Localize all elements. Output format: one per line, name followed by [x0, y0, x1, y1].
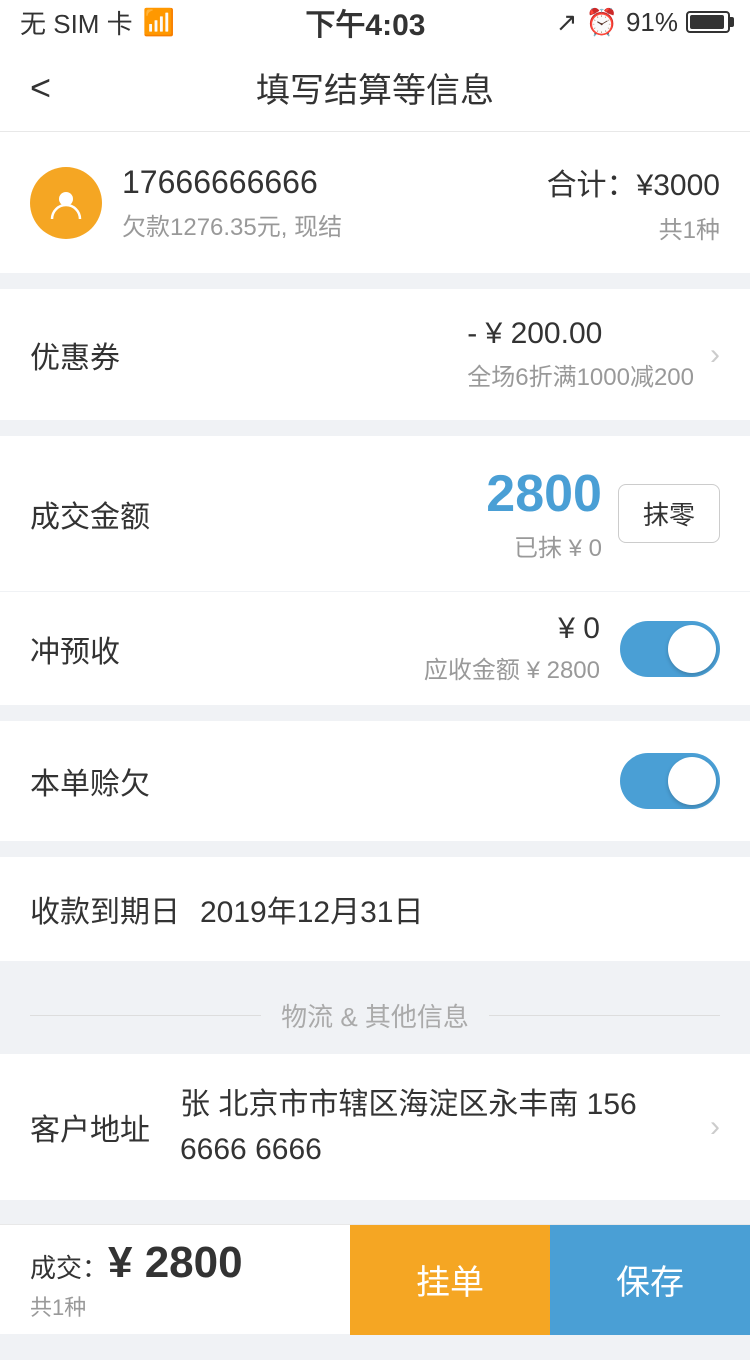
header: < 填写结算等信息 [0, 44, 750, 132]
address-label: 客户地址 [30, 1105, 150, 1149]
content: 17666666666 欠款1276.35元, 现结 合计：¥3000 共1种 … [0, 132, 750, 1360]
transaction-value: 2800 [486, 464, 602, 524]
benlian-label: 本单赊欠 [30, 759, 150, 803]
benlian-toggle[interactable] [620, 753, 720, 809]
toggle-knob [668, 625, 716, 673]
logistics-line-left [30, 1015, 261, 1016]
transaction-sub: 已抹 ¥ 0 [486, 528, 602, 563]
location-icon: ↗ [556, 7, 578, 38]
chong-prerecieve-row: 冲预收 ¥ 0 应收金额 ¥ 2800 [0, 591, 750, 705]
chong-toggle[interactable] [620, 621, 720, 677]
transaction-section: 成交金额 2800 已抹 ¥ 0 抹零 [0, 436, 750, 591]
status-right: ↗ ⏰ 91% [556, 7, 730, 38]
coupon-label: 优惠券 [30, 333, 120, 377]
bottom-transaction-row: 成交：¥ 2800 [30, 1238, 320, 1288]
address-value: 张 北京市市辖区海淀区永丰南 156 6666 6666 [180, 1082, 710, 1172]
battery-icon [686, 11, 730, 33]
customer-note: 欠款1276.35元, 现结 [122, 207, 342, 242]
logistics-divider: 物流 & 其他信息 [0, 977, 750, 1054]
section-gap-1 [0, 420, 750, 436]
due-date-label: 收款到期日 [30, 887, 180, 931]
status-left: 无 SIM 卡 📶 [20, 4, 175, 41]
coupon-row[interactable]: 优惠券 - ¥ 200.00 全场6折满1000减200 › [30, 289, 720, 420]
address-chevron-icon: › [710, 1110, 720, 1144]
back-button[interactable]: < [20, 57, 61, 119]
status-time: 下午4:03 [305, 0, 425, 44]
alarm-icon: ⏰ [586, 7, 618, 38]
transaction-label: 成交金额 [30, 492, 150, 536]
page-title: 填写结算等信息 [256, 63, 494, 112]
customer-total: 合计：¥3000 [547, 160, 720, 204]
chong-amount: ¥ 0 [424, 612, 600, 646]
customer-phone: 17666666666 [122, 164, 342, 201]
customer-card: 17666666666 欠款1276.35元, 现结 合计：¥3000 共1种 [0, 132, 750, 273]
transaction-right: 2800 已抹 ¥ 0 抹零 [486, 464, 720, 563]
logistics-label: 物流 & 其他信息 [281, 997, 469, 1034]
chong-label: 冲预收 [30, 627, 120, 671]
wifi-icon: 📶 [143, 7, 175, 38]
bottom-bar: 成交：¥ 2800 共1种 挂单 保存 [0, 1224, 750, 1334]
benlian-toggle-knob [668, 757, 716, 805]
coupon-section: 优惠券 - ¥ 200.00 全场6折满1000减200 › [0, 289, 750, 420]
save-label: 保存 [616, 1255, 684, 1304]
benlian-row: 本单赊欠 [0, 721, 750, 841]
carrier-label: 无 SIM 卡 [20, 4, 133, 41]
bottom-count: 共1种 [30, 1290, 320, 1322]
round-button[interactable]: 抹零 [618, 484, 720, 543]
customer-info: 17666666666 欠款1276.35元, 现结 [122, 164, 342, 242]
address-row[interactable]: 客户地址 张 北京市市辖区海淀区永丰南 156 6666 6666 › [0, 1054, 750, 1200]
hang-order-button[interactable]: 挂单 [350, 1225, 550, 1335]
bottom-left: 成交：¥ 2800 共1种 [0, 1238, 350, 1322]
battery-percent: 91% [626, 7, 678, 38]
logistics-line-right [489, 1015, 720, 1016]
coupon-right: - ¥ 200.00 全场6折满1000减200 › [467, 317, 720, 392]
save-button[interactable]: 保存 [550, 1225, 750, 1335]
customer-right: 合计：¥3000 共1种 [547, 160, 720, 245]
due-date-row: 收款到期日 2019年12月31日 [0, 857, 750, 961]
bottom-transaction-label: 成交： [30, 1253, 108, 1283]
section-gap-4 [0, 961, 750, 977]
bottom-total-amount: ¥ 2800 [108, 1238, 243, 1287]
due-date-value: 2019年12月31日 [200, 887, 423, 931]
hang-order-label: 挂单 [416, 1255, 484, 1304]
coupon-sub: 全场6折满1000减200 [467, 357, 694, 392]
transaction-amount-row: 成交金额 2800 已抹 ¥ 0 抹零 [30, 436, 720, 591]
chevron-right-icon: › [710, 338, 720, 372]
avatar [30, 167, 102, 239]
customer-left: 17666666666 欠款1276.35元, 现结 [30, 164, 342, 242]
customer-count: 共1种 [547, 210, 720, 245]
section-gap-2 [0, 705, 750, 721]
status-bar: 无 SIM 卡 📶 下午4:03 ↗ ⏰ 91% [0, 0, 750, 44]
chong-right: ¥ 0 应收金额 ¥ 2800 [424, 612, 720, 685]
chong-receivable: 应收金额 ¥ 2800 [424, 650, 600, 685]
section-gap-3 [0, 841, 750, 857]
coupon-value: - ¥ 200.00 [467, 317, 694, 351]
chong-values: ¥ 0 应收金额 ¥ 2800 [424, 612, 600, 685]
